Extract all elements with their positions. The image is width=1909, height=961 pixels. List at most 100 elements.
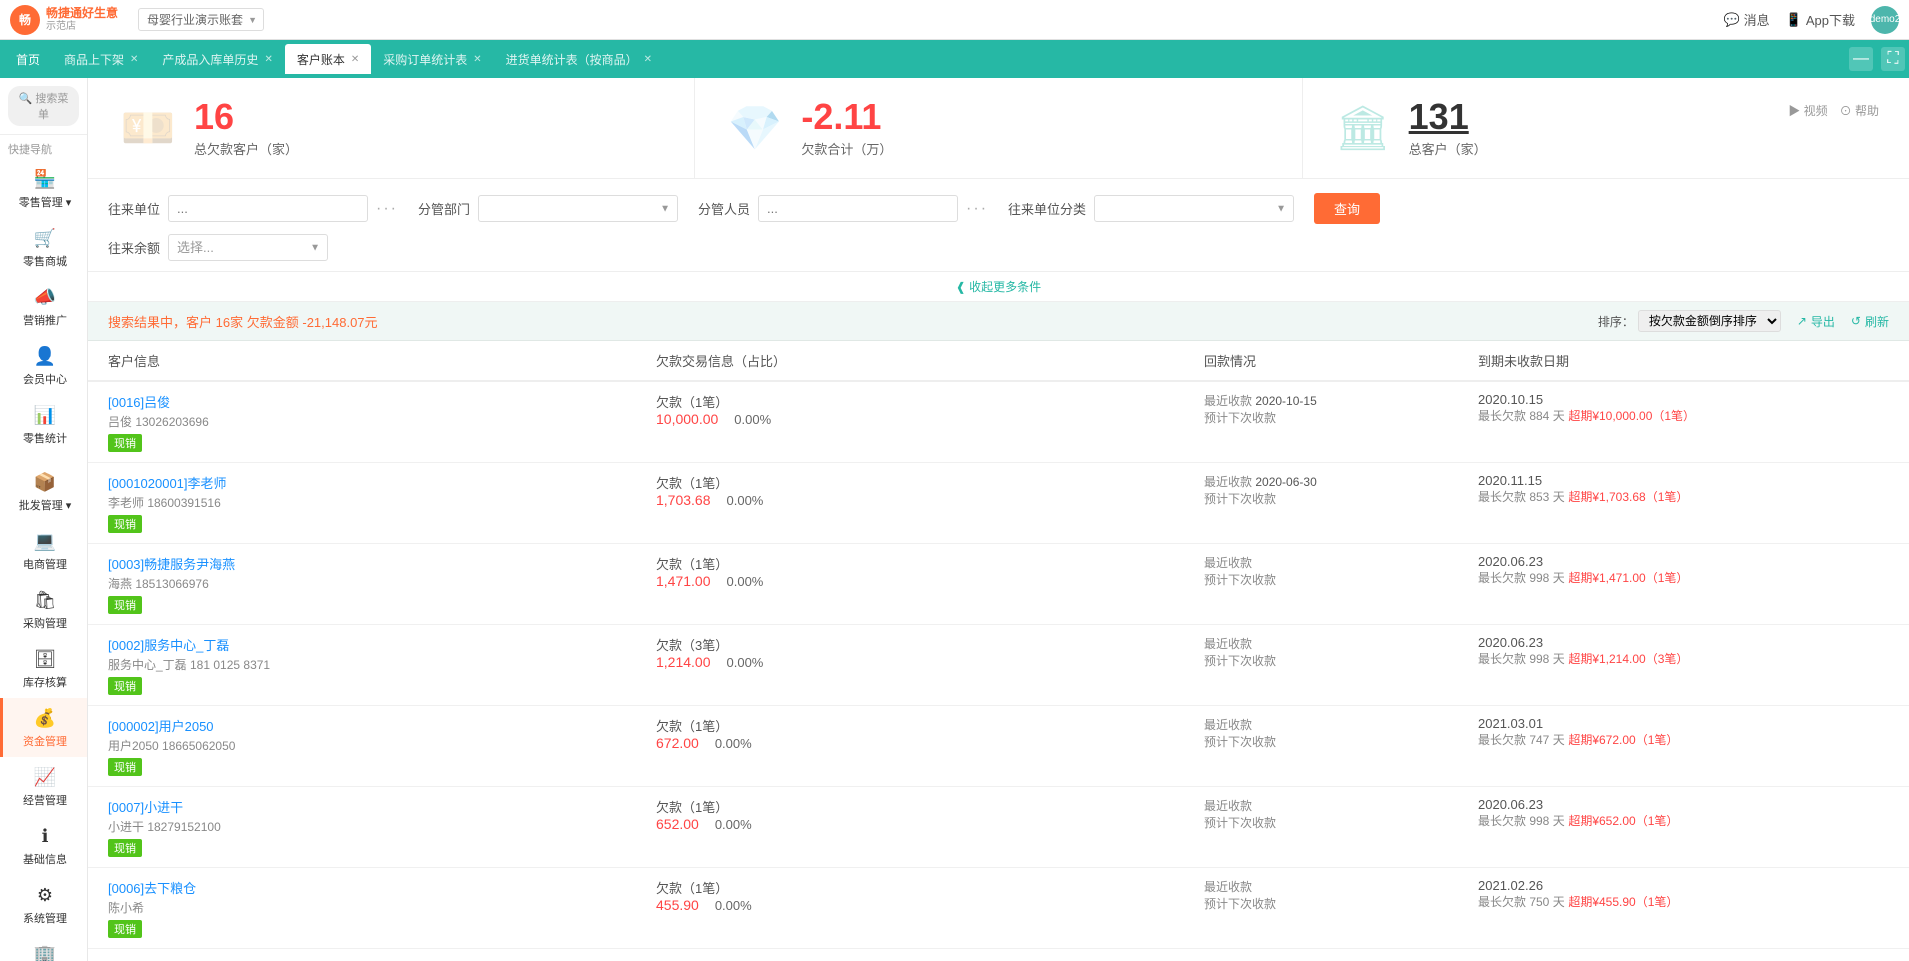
overdue-days-2: 最长欠款 998 天 <box>1478 571 1565 585</box>
overdue-link-1[interactable]: 超期¥1,703.68（1笔） <box>1568 490 1688 504</box>
sidebar-label-retail-mgmt: 零售管理 ▾ <box>19 194 72 210</box>
owe-count-0: 欠款（1笔） <box>656 392 1204 411</box>
stat-info-3: 131 总客户（家） <box>1409 99 1487 158</box>
tab-purchase-order[interactable]: 采购订单统计表 ✕ <box>371 44 493 74</box>
due-info-1: 2020.11.15 最长欠款 853 天 超期¥1,703.68（1笔） <box>1478 473 1889 533</box>
export-btn[interactable]: ↗ 导出 <box>1797 313 1835 330</box>
tab-inventory-stats[interactable]: 进货单统计表（按商品） ✕ <box>494 44 664 74</box>
customer-info-4: [000002]用户2050 用户2050 18665062050 现销 <box>108 716 656 776</box>
customer-phone-6: 陈小希 <box>108 899 656 916</box>
customer-name-3[interactable]: [0002]服务中心_丁磊 <box>108 638 229 653</box>
last-payment-1: 最近收款 2020-06-30 <box>1204 473 1478 490</box>
dept-select[interactable] <box>478 195 678 222</box>
overdue-link-6[interactable]: 超期¥455.90（1笔） <box>1568 895 1678 909</box>
overdue-days-6: 最长欠款 750 天 <box>1478 895 1565 909</box>
balance-label: 往来余额 <box>108 238 160 257</box>
tab-customer-account[interactable]: 客户账本 ✕ <box>285 44 371 74</box>
retail-mgmt-icon: 🏪 <box>34 169 56 190</box>
customer-name-5[interactable]: [0007]小进干 <box>108 800 183 815</box>
sort-select[interactable]: 按欠款金额倒序排序 <box>1638 310 1781 332</box>
sidebar-item-enterprise[interactable]: 🏢 企业协同 <box>0 934 87 961</box>
sidebar-item-retail-mall[interactable]: 🛒 零售商城 <box>0 218 87 277</box>
tab-customer-close[interactable]: ✕ <box>351 54 359 65</box>
tab-production-close[interactable]: ✕ <box>264 54 272 65</box>
table-row: [0001020001]李老师 李老师 18600391516 现销 欠款（1笔… <box>88 463 1909 544</box>
person-label: 分管人员 <box>698 199 750 218</box>
tab-purchase-close[interactable]: ✕ <box>473 54 481 65</box>
filter-collapse-btn[interactable]: ❰ 收起更多条件 <box>88 271 1909 301</box>
sidebar-item-marketing[interactable]: 📣 营销推广 <box>0 277 87 336</box>
stats-header: 💴 16 总欠款客户（家） 💎 -2.11 欠款合计（万） <box>88 78 1909 179</box>
sidebar-item-retail-stats[interactable]: 📊 零售统计 <box>0 395 87 454</box>
stat-icon-1: 💴 <box>118 98 178 158</box>
person-dots[interactable]: ··· <box>966 200 988 218</box>
owe-amount-4[interactable]: 672.00 <box>656 735 699 751</box>
overdue-link-5[interactable]: 超期¥652.00（1笔） <box>1568 814 1678 828</box>
stat-block-3: 🏛 131 总客户（家） ▶ 视频 ⊙ 帮助 <box>1303 78 1909 178</box>
tab-production[interactable]: 产成品入库单历史 ✕ <box>150 44 284 74</box>
industry-selector[interactable]: 母婴行业演示账套 ▼ <box>138 8 264 31</box>
sidebar-item-system[interactable]: ⚙ 系统管理 <box>0 875 87 934</box>
owe-percent-6: 0.00% <box>715 898 752 913</box>
sidebar-item-basic-info[interactable]: ℹ 基础信息 <box>0 816 87 875</box>
owe-amount-3[interactable]: 1,214.00 <box>656 654 711 670</box>
table-row: [0016]吕俊 吕俊 13026203696 现销 欠款（1笔） 10,000… <box>88 382 1909 463</box>
tab-products-close[interactable]: ✕ <box>130 54 138 65</box>
customer-name-0[interactable]: [0016]吕俊 <box>108 395 170 410</box>
sidebar-item-batch-mgmt[interactable]: 📦 批发管理 ▾ <box>0 462 87 521</box>
quick-nav-label: 快捷导航 <box>0 135 87 159</box>
stat-label-1: 总欠款客户（家） <box>194 139 298 158</box>
tab-home[interactable]: 首页 <box>4 44 52 74</box>
customer-phone-5: 小进干 18279152100 <box>108 818 656 835</box>
logo-tagline: 示范店 <box>46 21 118 33</box>
customer-tag-6: 现销 <box>108 920 142 938</box>
overdue-link-3[interactable]: 超期¥1,214.00（3笔） <box>1568 652 1688 666</box>
search-menu-box[interactable]: 🔍 搜索菜单 <box>8 86 79 126</box>
due-info-0: 2020.10.15 最长欠款 884 天 超期¥10,000.00（1笔） <box>1478 392 1889 452</box>
overdue-link-4[interactable]: 超期¥672.00（1笔） <box>1568 733 1678 747</box>
retail-mall-icon: 🛒 <box>34 228 56 249</box>
owe-amount-1[interactable]: 1,703.68 <box>656 492 711 508</box>
sidebar-item-operations[interactable]: 📈 经营管理 <box>0 757 87 816</box>
sidebar-item-retail-mgmt[interactable]: 🏪 零售管理 ▾ <box>0 159 87 218</box>
customer-name-2[interactable]: [0003]畅捷服务尹海燕 <box>108 557 235 572</box>
batch-mgmt-icon: 📦 <box>34 472 56 493</box>
basic-info-icon: ℹ <box>42 826 49 847</box>
customer-name-6[interactable]: [0006]去下粮仓 <box>108 881 196 896</box>
sidebar-item-finance[interactable]: 💰 资金管理 <box>0 698 87 757</box>
sidebar-item-member[interactable]: 👤 会员中心 <box>0 336 87 395</box>
owe-amount-5[interactable]: 652.00 <box>656 816 699 832</box>
overdue-link-2[interactable]: 超期¥1,471.00（1笔） <box>1568 571 1688 585</box>
user-menu[interactable]: demo2 <box>1871 6 1899 34</box>
query-btn[interactable]: 查询 <box>1314 193 1380 224</box>
customer-name-1[interactable]: [0001020001]李老师 <box>108 476 227 491</box>
balance-select[interactable]: 选择... <box>168 234 328 261</box>
stat-block-2: 💎 -2.11 欠款合计（万） <box>695 78 1302 178</box>
sidebar-item-ecommerce[interactable]: 💻 电商管理 <box>0 521 87 580</box>
overdue-link-0[interactable]: 超期¥10,000.00（1笔） <box>1568 409 1695 423</box>
tab-maximize-btn[interactable]: ⛶ <box>1881 47 1905 71</box>
refresh-btn[interactable]: ↺ 刷新 <box>1851 313 1889 330</box>
sidebar-item-purchase[interactable]: 🛍 采购管理 <box>0 580 87 639</box>
category-select[interactable] <box>1094 195 1294 222</box>
tab-inventory-close[interactable]: ✕ <box>644 54 652 65</box>
recovery-info-1: 最近收款 2020-06-30 预计下次收款 <box>1204 473 1478 533</box>
customer-name-4[interactable]: [000002]用户2050 <box>108 719 214 734</box>
owe-amount-6[interactable]: 455.90 <box>656 897 699 913</box>
video-btn[interactable]: ▶ 视频 <box>1788 102 1827 119</box>
supplier-dots[interactable]: ··· <box>376 200 398 218</box>
supplier-input[interactable] <box>168 195 368 222</box>
recovery-info-5: 最近收款 预计下次收款 <box>1204 797 1478 857</box>
person-input[interactable] <box>758 195 958 222</box>
message-btn[interactable]: 💬 消息 <box>1723 10 1769 29</box>
owe-amount-2[interactable]: 1,471.00 <box>656 573 711 589</box>
sidebar-search[interactable]: 🔍 搜索菜单 <box>0 78 87 135</box>
sidebar-item-inventory[interactable]: 🗄 库存核算 <box>0 639 87 698</box>
help-btn[interactable]: ⊙ 帮助 <box>1840 102 1879 119</box>
last-payment-0: 最近收款 2020-10-15 <box>1204 392 1478 409</box>
owe-amount-0[interactable]: 10,000.00 <box>656 411 718 427</box>
filter-row-1: 往来单位 ··· 分管部门 分管人员 <box>108 193 1889 224</box>
tab-minimize-btn[interactable]: — <box>1849 47 1873 71</box>
tab-products[interactable]: 商品上下架 ✕ <box>52 44 150 74</box>
download-btn[interactable]: 📱 App下载 <box>1786 10 1855 29</box>
